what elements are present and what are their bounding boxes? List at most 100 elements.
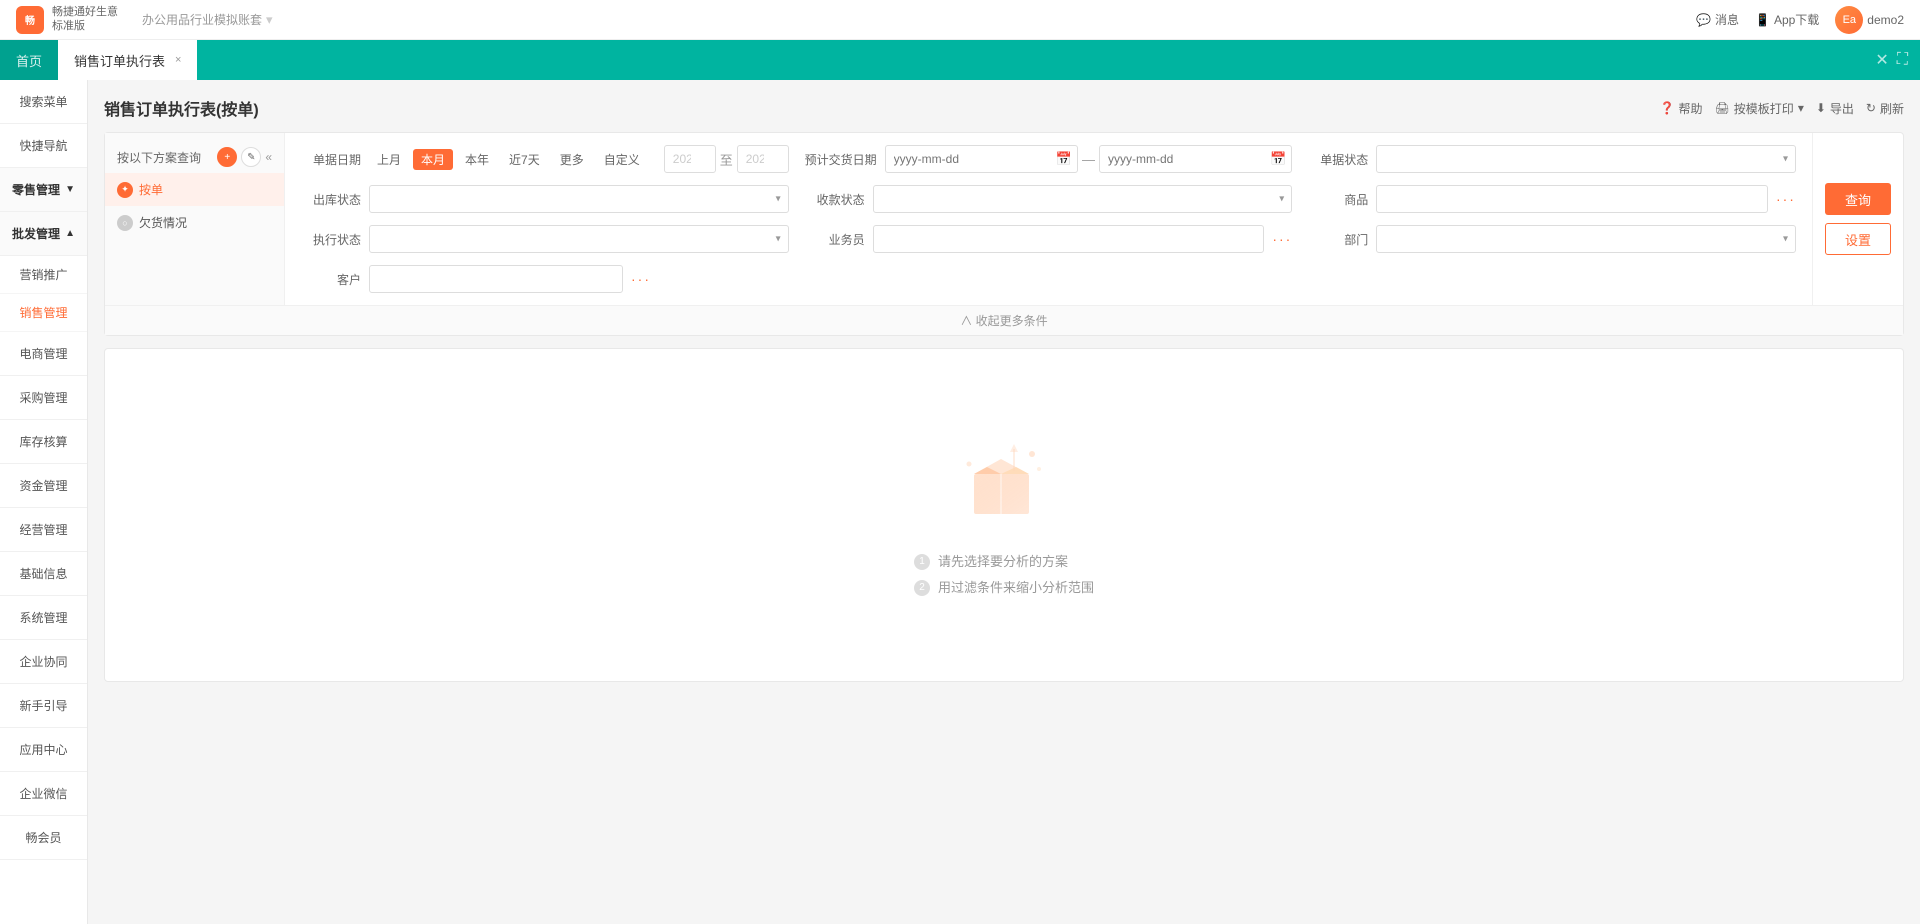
sidebar-item-finance[interactable]: 资金管理 [0, 464, 87, 508]
customer-more-icon[interactable]: ··· [631, 271, 651, 287]
exp-date-sep: — [1082, 152, 1095, 167]
tip-num-2: 2 [914, 580, 930, 596]
exec-status-select-wrap: ▾ [369, 225, 789, 253]
filter-row-1: 单据日期 上月 本月 本年 近7天 更多 自定义 [301, 145, 1796, 173]
expected-date-label: 预计交货日期 [805, 151, 877, 168]
date-end-input[interactable] [737, 145, 789, 173]
department-select-wrap: ▾ [1376, 225, 1796, 253]
goods-more-icon[interactable]: ··· [1776, 191, 1796, 207]
tab-sales-order-label: 销售订单执行表 [74, 51, 165, 70]
tab-actions: ✕ ⛶ [1875, 50, 1920, 70]
department-label: 部门 [1308, 231, 1368, 248]
empty-tip-2: 2 用过滤条件来缩小分析范围 [914, 575, 1094, 601]
scheme-title-text: 按以下方案查询 [117, 149, 201, 166]
payment-status-select[interactable] [873, 185, 1293, 213]
exp-date-end-input[interactable] [1099, 145, 1292, 173]
exec-status-field: 执行状态 ▾ [301, 225, 789, 253]
exec-status-label: 执行状态 [301, 231, 361, 248]
wholesale-arrow-icon: ▲ [65, 228, 75, 239]
filter-row-4: 客户 ··· [301, 265, 1796, 293]
sidebar-item-wechat[interactable]: 企业微信 [0, 772, 87, 816]
sidebar-item-inventory[interactable]: 库存核算 [0, 420, 87, 464]
payment-status-field: 收款状态 ▾ [805, 185, 1293, 213]
exec-status-select[interactable] [369, 225, 789, 253]
scheme-add-button[interactable]: + [217, 147, 237, 167]
header-right: 💬 消息 📱 App下载 Ea demo2 [1696, 6, 1904, 34]
scheme-collapse-button[interactable]: « [265, 150, 272, 164]
sidebar-item-marketing[interactable]: 营销推广 [0, 256, 87, 294]
date-field: 单据日期 上月 本月 本年 近7天 更多 自定义 [301, 145, 789, 173]
date-shortcut-this-month[interactable]: 本月 [413, 149, 453, 170]
date-shortcut-last-month[interactable]: 上月 [369, 149, 409, 170]
tab-sales-order[interactable]: 销售订单执行表 × [58, 40, 197, 80]
goods-input[interactable] [1376, 185, 1768, 213]
salesperson-more-icon[interactable]: ··· [1272, 231, 1292, 247]
export-button[interactable]: ⬇ 导出 [1816, 100, 1854, 117]
nav-tabs: 首页 销售订单执行表 × ✕ ⛶ [0, 40, 1920, 80]
exp-cal-start-icon[interactable]: 📅 [1056, 151, 1072, 167]
salesperson-input[interactable] [873, 225, 1265, 253]
refresh-icon: ↻ [1866, 101, 1876, 115]
sidebar-item-sales[interactable]: 销售管理 [0, 294, 87, 332]
sidebar-item-collab[interactable]: 企业协同 [0, 640, 87, 684]
scheme-item-by-order[interactable]: ✦ 按单 [105, 173, 284, 206]
app-logo: 畅 [16, 6, 44, 34]
sidebar-item-system[interactable]: 系统管理 [0, 596, 87, 640]
department-select[interactable] [1376, 225, 1796, 253]
sidebar-item-purchase[interactable]: 采购管理 [0, 376, 87, 420]
order-status-label: 单据状态 [1308, 151, 1368, 168]
date-label: 单据日期 [301, 151, 361, 168]
sidebar-item-basic-info[interactable]: 基础信息 [0, 552, 87, 596]
sidebar-item-retail[interactable]: 零售管理 ▼ [0, 168, 87, 212]
main-content: 销售订单执行表(按单) ❓ 帮助 🖨 按模板打印 ▾ ⬇ 导出 ↻ 刷新 [88, 80, 1920, 924]
user-profile[interactable]: Ea demo2 [1835, 6, 1904, 34]
refresh-button[interactable]: ↻ 刷新 [1866, 100, 1904, 117]
sidebar-item-ecommerce[interactable]: 电商管理 [0, 332, 87, 376]
empty-state: 1 请先选择要分析的方案 2 用过滤条件来缩小分析范围 [104, 348, 1904, 682]
scheme-edit-button[interactable]: ✎ [241, 147, 261, 167]
breadcrumb-arrow-icon[interactable]: ▾ [266, 12, 273, 28]
avatar: Ea [1835, 6, 1863, 34]
exp-date-start-input[interactable] [885, 145, 1078, 173]
exp-cal-end-icon[interactable]: 📅 [1270, 151, 1286, 167]
salesperson-field: 业务员 ··· [805, 225, 1293, 253]
delivery-status-select[interactable] [369, 185, 789, 213]
sidebar-item-member[interactable]: 畅会员 [0, 816, 87, 860]
help-icon: ❓ [1660, 101, 1675, 115]
date-shortcut-more[interactable]: 更多 [552, 149, 592, 170]
close-tab-icon[interactable]: × [175, 54, 181, 66]
breadcrumb: 办公用品行业模拟账套 ▾ [142, 11, 273, 28]
sidebar-item-operations[interactable]: 经营管理 [0, 508, 87, 552]
date-range: 至 [664, 145, 789, 173]
scheme-item-shortage[interactable]: ○ 欠货情况 [105, 206, 284, 239]
app-download-button[interactable]: 📱 App下载 [1755, 11, 1819, 28]
export-icon: ⬇ [1816, 101, 1826, 115]
date-start-input[interactable] [664, 145, 716, 173]
date-shortcut-7days[interactable]: 近7天 [501, 149, 548, 170]
page-title: 销售订单执行表(按单) [104, 96, 259, 120]
exp-date-start-wrap: 📅 [885, 145, 1078, 173]
customer-input[interactable] [369, 265, 623, 293]
sidebar: 搜索菜单 快捷导航 零售管理 ▼ 批发管理 ▲ 营销推广 销售管理 电商管理 采… [0, 80, 88, 924]
retail-arrow-icon: ▼ [65, 184, 75, 195]
close-window-icon[interactable]: ✕ [1875, 50, 1888, 70]
sidebar-item-quicknav[interactable]: 快捷导航 [0, 124, 87, 168]
setting-button[interactable]: 设置 [1825, 223, 1891, 255]
order-status-select[interactable] [1376, 145, 1796, 173]
sidebar-item-wholesale[interactable]: 批发管理 ▲ [0, 212, 87, 256]
template-print-button[interactable]: 🖨 按模板打印 ▾ [1715, 100, 1804, 117]
expand-window-icon[interactable]: ⛶ [1897, 51, 1908, 69]
sidebar-item-apps[interactable]: 应用中心 [0, 728, 87, 772]
query-button[interactable]: 查询 [1825, 183, 1891, 215]
message-button[interactable]: 💬 消息 [1696, 11, 1739, 28]
goods-field: 商品 ··· [1308, 185, 1796, 213]
sidebar-item-search[interactable]: 搜索菜单 [0, 80, 87, 124]
sidebar-item-guide[interactable]: 新手引导 [0, 684, 87, 728]
help-button[interactable]: ❓ 帮助 [1660, 100, 1703, 117]
date-shortcut-custom[interactable]: 自定义 [596, 149, 648, 170]
empty-illustration [954, 429, 1054, 529]
customer-field: 客户 ··· [301, 265, 651, 293]
tab-home[interactable]: 首页 [0, 40, 58, 80]
date-shortcut-this-year[interactable]: 本年 [457, 149, 497, 170]
collapse-bar[interactable]: ∧ 收起更多条件 [105, 305, 1903, 335]
